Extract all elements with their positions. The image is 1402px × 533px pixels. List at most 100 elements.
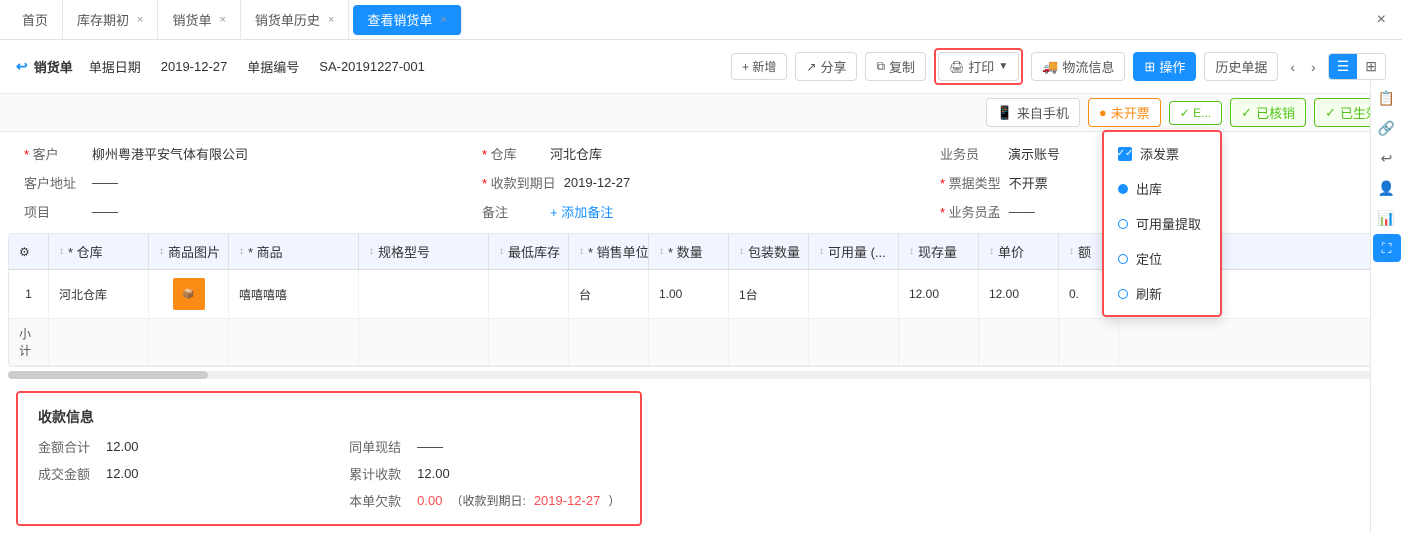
window-close-button[interactable]: × xyxy=(1369,11,1394,29)
verified-badge[interactable]: ✓ 已核销 xyxy=(1230,98,1306,127)
tab-view-sales-close[interactable]: × xyxy=(440,14,446,26)
operation-button[interactable]: ⊞ 操作 xyxy=(1133,52,1196,81)
share-icon: ↗ xyxy=(806,60,816,74)
total-value: 12.00 xyxy=(106,439,139,454)
payment-title: 收款信息 xyxy=(38,407,620,427)
date-value: 2019-12-27 xyxy=(161,59,228,74)
customer-value: 柳州粤港平安气体有限公司 xyxy=(92,144,248,163)
tab-sales-order-close[interactable]: × xyxy=(219,14,225,26)
not-opened-button[interactable]: ● 未开票 xyxy=(1088,98,1161,127)
row-product: 嘻嘻嘻嘻 xyxy=(229,270,359,318)
sidebar-expand-icon[interactable]: ⛶ xyxy=(1373,234,1401,262)
subtotal-pack xyxy=(729,319,809,365)
this-order-label: 本单欠款 xyxy=(349,491,409,510)
row-available xyxy=(809,270,899,318)
dropdown-outbound[interactable]: 出库 xyxy=(1104,171,1220,206)
copy-button[interactable]: ⧉ 复制 xyxy=(865,52,926,81)
locate-label: 定位 xyxy=(1136,249,1162,268)
col-spec-header: ↕ 规格型号 xyxy=(359,234,489,269)
col-available-header: ↕ 可用量 (... xyxy=(809,234,899,269)
col-product-header: ↕ * 商品 xyxy=(229,234,359,269)
price-sort-icon: ↕ xyxy=(989,246,994,257)
subtotal-product xyxy=(229,319,359,365)
dropdown-available-qty[interactable]: 可用量提取 xyxy=(1104,206,1220,241)
from-phone-button[interactable]: 📱 来自手机 xyxy=(986,98,1080,127)
print-dropdown-icon: ▼ xyxy=(998,61,1008,72)
checkmark-button[interactable]: ✓ E... xyxy=(1169,101,1222,125)
subtotal-current xyxy=(899,319,979,365)
sidebar-return-icon[interactable]: ↩ xyxy=(1373,144,1401,172)
ticket-label: 票据类型 xyxy=(940,173,1001,192)
tab-view-sales[interactable]: 查看销货单 × xyxy=(353,5,461,35)
number-value: SA-20191227-001 xyxy=(319,59,425,74)
due-note-end: ） xyxy=(608,492,620,509)
print-button[interactable]: 🖨 打印 ▼ xyxy=(938,52,1019,81)
same-order-label: 同单现结 xyxy=(349,437,409,456)
tab-bar: 首页 库存期初 × 销货单 × 销货单历史 × 查看销货单 × × xyxy=(0,0,1402,40)
product-sort-icon: ↕ xyxy=(239,246,244,257)
dropdown-locate[interactable]: 定位 xyxy=(1104,241,1220,276)
logistics-button[interactable]: 🚚 物流信息 xyxy=(1031,52,1125,81)
payment-info: 收款信息 金额合计 12.00 同单现结 —— 成交金额 12.00 累计收款 … xyxy=(16,391,642,526)
row-min-stock xyxy=(489,270,569,318)
total-item: 金额合计 12.00 xyxy=(38,437,309,456)
dropdown-add-invoice[interactable]: ✓ 添发票 xyxy=(1104,136,1220,171)
refresh-label: 刷新 xyxy=(1136,284,1162,303)
tab-sales-order[interactable]: 销货单 × xyxy=(158,0,240,40)
available-qty-icon xyxy=(1118,219,1128,229)
add-notes-link[interactable]: + 添加备注 xyxy=(550,202,613,221)
nav-prev[interactable]: ‹ xyxy=(1286,55,1299,79)
outbound-label: 出库 xyxy=(1136,179,1162,198)
project-label: 项目 xyxy=(24,202,84,221)
payment-grid: 金额合计 12.00 同单现结 —— 成交金额 12.00 累计收款 12.00 xyxy=(38,437,620,510)
scrollbar-thumb[interactable] xyxy=(8,371,208,379)
history-button[interactable]: 历史单据 xyxy=(1204,52,1278,81)
grid-view-btn[interactable]: ⊞ xyxy=(1357,54,1385,79)
bottom-section: 收款信息 金额合计 12.00 同单现结 —— 成交金额 12.00 累计收款 … xyxy=(0,383,1402,533)
sub-header: 📱 来自手机 ● 未开票 ✓ E... ✓ 已核销 ✓ 已生效 xyxy=(0,94,1402,132)
nav-next[interactable]: › xyxy=(1307,55,1320,79)
add-invoice-label: 添发票 xyxy=(1140,144,1179,163)
sidebar-print-icon[interactable]: 📋 xyxy=(1373,84,1401,112)
sidebar-chart-icon[interactable]: 📊 xyxy=(1373,204,1401,232)
tab-sales-history[interactable]: 销货单历史 × xyxy=(241,0,349,40)
tab-home[interactable]: 首页 xyxy=(8,0,63,40)
effective-icon: ✓ xyxy=(1325,105,1336,121)
doc-header: ↩ 销货单 单据日期 2019-12-27 单据编号 SA-20191227-0… xyxy=(0,40,1402,94)
tab-inventory-init-close[interactable]: × xyxy=(137,14,143,26)
row-unit: 台 xyxy=(569,270,649,318)
transaction-label: 成交金额 xyxy=(38,464,98,483)
col-price-header: ↕ 单价 xyxy=(979,234,1059,269)
subtotal-available xyxy=(809,319,899,365)
date-label: 单据日期 xyxy=(89,57,141,76)
tab-sales-history-close[interactable]: × xyxy=(328,14,334,26)
current-sort-icon: ↕ xyxy=(909,246,914,257)
available-sort-icon: ↕ xyxy=(819,246,824,257)
new-button[interactable]: + 新增 xyxy=(731,53,787,80)
same-order-item: 同单现结 —— xyxy=(349,437,620,456)
phone-icon: 📱 xyxy=(997,105,1013,121)
warehouse-value: 河北仓库 xyxy=(550,144,602,163)
doc-title-icon: ↩ xyxy=(16,58,28,75)
operation-icon: ⊞ xyxy=(1144,59,1155,75)
col-current-header: ↕ 现存量 xyxy=(899,234,979,269)
view-toggle: ☰ ⊞ xyxy=(1328,53,1386,80)
logistics-icon: 🚚 xyxy=(1042,59,1058,75)
tab-inventory-init[interactable]: 库存期初 × xyxy=(63,0,158,40)
list-view-btn[interactable]: ☰ xyxy=(1329,54,1358,79)
sidebar-link-icon[interactable]: 🔗 xyxy=(1373,114,1401,142)
unit-sort-icon: ↕ xyxy=(579,246,584,257)
sidebar-user-icon[interactable]: 👤 xyxy=(1373,174,1401,202)
address-row: 客户地址 —— xyxy=(24,173,462,192)
share-button[interactable]: ↗ 分享 xyxy=(795,52,857,81)
dropdown-refresh[interactable]: 刷新 xyxy=(1104,276,1220,311)
transaction-item: 成交金额 12.00 xyxy=(38,464,309,483)
not-opened-icon: ● xyxy=(1099,105,1107,120)
copy-icon: ⧉ xyxy=(876,59,885,74)
horizontal-scrollbar[interactable] xyxy=(8,371,1394,379)
subtotal-label: 小计 xyxy=(9,319,49,365)
print-btn-wrapper: 🖨 打印 ▼ xyxy=(934,48,1023,85)
doc-title-text: 销货单 xyxy=(34,57,73,76)
employee-label: 业务员 xyxy=(940,144,1000,163)
cumulative-value: 12.00 xyxy=(417,466,450,481)
